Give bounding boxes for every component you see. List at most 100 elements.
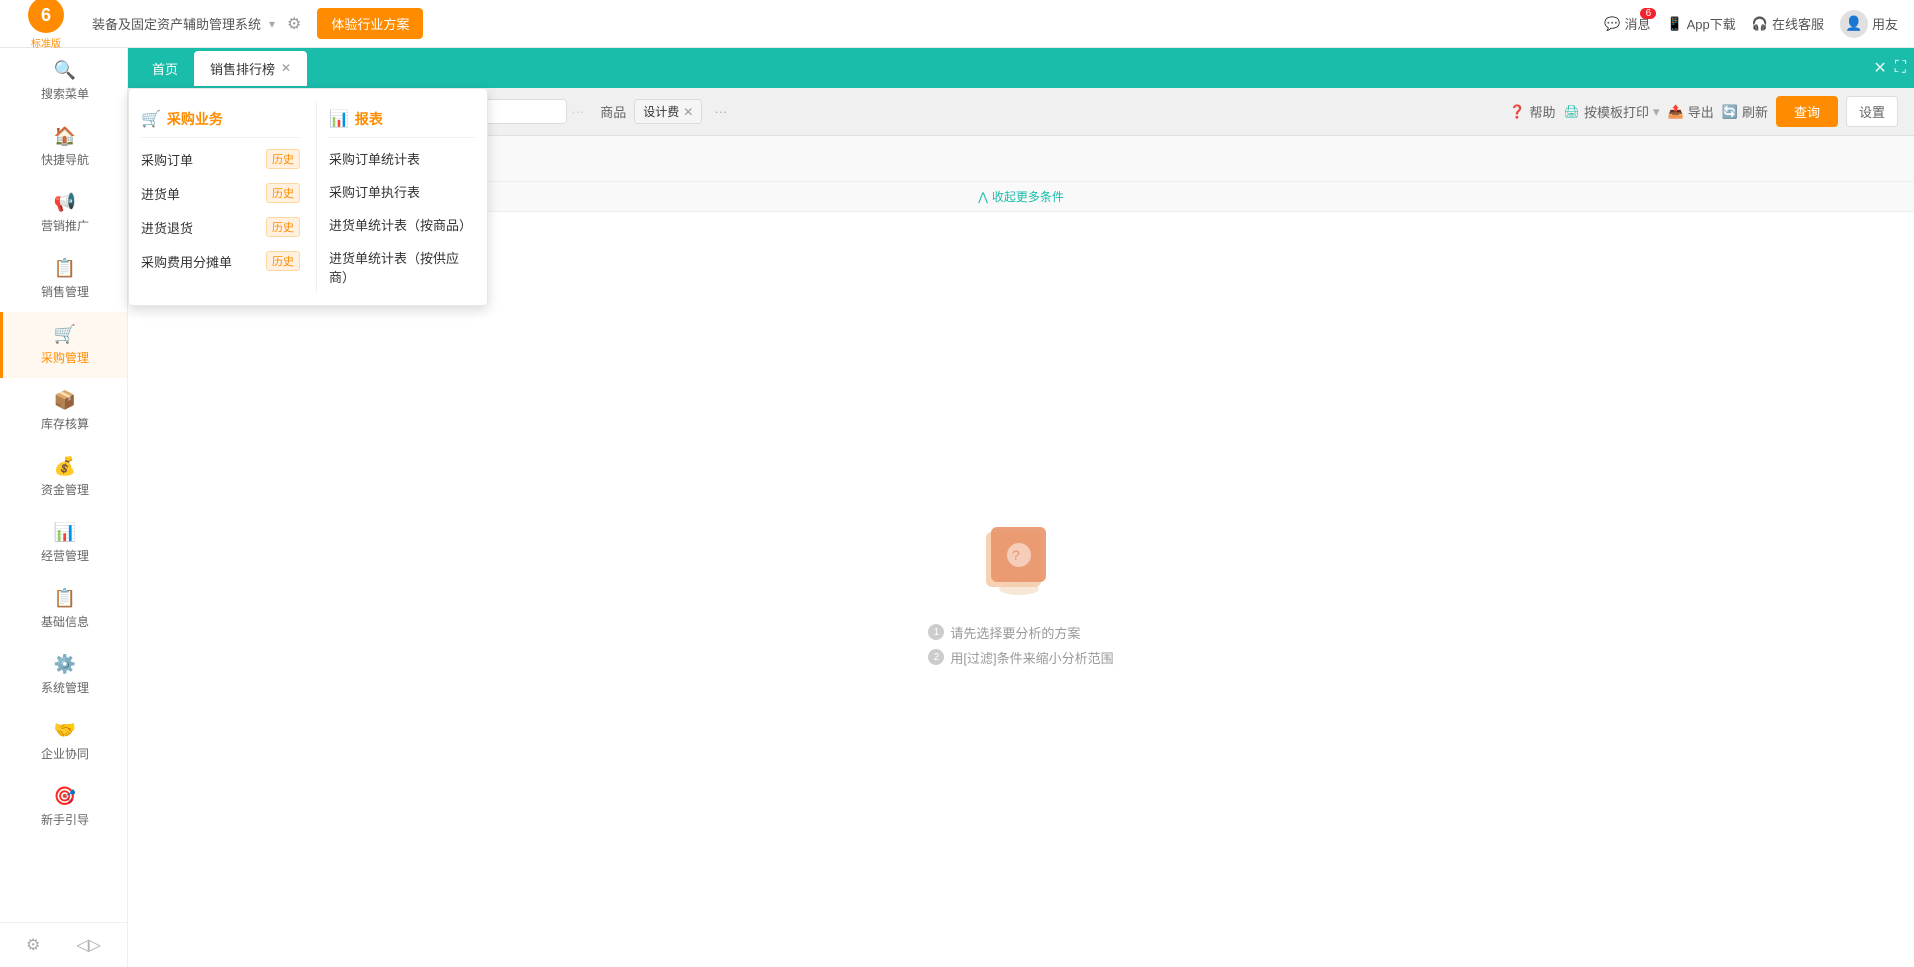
goods-tag: 设计费 ✕ bbox=[634, 99, 702, 124]
phone-icon: 📱 bbox=[1666, 16, 1682, 32]
purchase-order-history[interactable]: 历史 bbox=[266, 149, 300, 169]
online-service-btn[interactable]: 🎧 在线客服 bbox=[1752, 14, 1824, 33]
collapse-label: 收起更多条件 bbox=[992, 188, 1064, 205]
inbound-label: 进货单 bbox=[141, 184, 180, 203]
tab-close-all-icon[interactable]: ✕ bbox=[1873, 58, 1886, 78]
goods-tag-text: 设计费 bbox=[643, 103, 679, 120]
report-section-icon: 📊 bbox=[329, 109, 349, 129]
tab-sales-ranking[interactable]: 销售排行榜 ✕ bbox=[194, 51, 307, 86]
dropdown-item-inbound-stats-goods[interactable]: 进货单统计表（按商品） bbox=[329, 208, 475, 241]
user-menu-btn[interactable]: 👤 用友 bbox=[1840, 10, 1898, 38]
title-dropdown-icon[interactable]: ▾ bbox=[269, 17, 275, 31]
sidebar-marketing-label: 营销推广 bbox=[41, 217, 89, 234]
money-icon: 💰 bbox=[54, 456, 76, 477]
sidebar-item-guide[interactable]: 🎯 新手引导 bbox=[0, 774, 127, 840]
hint-item-2: 2 用[过滤]条件来缩小分析范围 bbox=[928, 648, 1113, 667]
system-title: 装备及固定资产辅助管理系统 bbox=[92, 14, 261, 33]
help-icon: ❓ bbox=[1509, 104, 1525, 120]
refresh-btn[interactable]: 🔄 刷新 bbox=[1722, 102, 1768, 121]
purchase-section-label: 采购业务 bbox=[167, 109, 223, 129]
print-btn[interactable]: 🖨 按模板打印 ▾ bbox=[1564, 102, 1660, 121]
order-stats-label: 采购订单统计表 bbox=[329, 149, 420, 168]
sidebar-item-collab[interactable]: 🤝 企业协同 bbox=[0, 708, 127, 774]
purchase-section-title: 🛒 采购业务 bbox=[141, 101, 300, 138]
online-service-label: 在线客服 bbox=[1772, 14, 1824, 33]
logo-circle: 6 bbox=[28, 0, 64, 33]
expense-history[interactable]: 历史 bbox=[266, 251, 300, 271]
sidebar-bottom: ⚙ ◁▷ bbox=[0, 922, 127, 967]
expense-label: 采购费用分摊单 bbox=[141, 252, 232, 271]
inbound-history[interactable]: 历史 bbox=[266, 183, 300, 203]
megaphone-icon: 📢 bbox=[54, 192, 76, 213]
goods-tag-close[interactable]: ✕ bbox=[683, 105, 693, 119]
export-icon: 📤 bbox=[1668, 104, 1684, 120]
sidebar-sales-label: 销售管理 bbox=[41, 283, 89, 300]
tab-expand-icon[interactable]: ⛶ bbox=[1895, 59, 1906, 77]
settings-icon[interactable]: ⚙ bbox=[287, 14, 301, 34]
sidebar-item-marketing[interactable]: 📢 营销推广 bbox=[0, 180, 127, 246]
handshake-icon: 🤝 bbox=[54, 720, 76, 741]
sidebar-basics-label: 基础信息 bbox=[41, 613, 89, 630]
refresh-icon: 🔄 bbox=[1722, 104, 1738, 120]
goods-dots[interactable]: ··· bbox=[714, 104, 727, 119]
sidebar-collapse-btn[interactable]: ◁▷ bbox=[76, 935, 101, 955]
app-download-label: App下载 bbox=[1687, 14, 1736, 33]
sidebar-item-system[interactable]: ⚙️ 系统管理 bbox=[0, 642, 127, 708]
dropdown-item-inbound-stats-supplier[interactable]: 进货单统计表（按供应商） bbox=[329, 241, 475, 293]
sidebar-item-purchase[interactable]: 🛒 采购管理 bbox=[0, 312, 127, 378]
sidebar-item-search[interactable]: 🔍 搜索菜单 bbox=[0, 48, 127, 114]
status-dots: ··· bbox=[571, 104, 584, 119]
dropdown-grid: 🛒 采购业务 采购订单 历史 进货单 历史 进货退货 历史 采购费用分摊单 历史 bbox=[129, 101, 487, 293]
sidebar-search-label: 搜索菜单 bbox=[41, 85, 89, 102]
goods-filter-group: 商品 设计费 ✕ ··· bbox=[600, 99, 727, 124]
inbound-stats-goods-label: 进货单统计表（按商品） bbox=[329, 215, 472, 234]
empty-illustration: ? bbox=[971, 507, 1071, 607]
sidebar-purchase-label: 采购管理 bbox=[41, 349, 89, 366]
top-right-actions: 💬 消息 6 📱 App下载 🎧 在线客服 👤 用友 bbox=[1604, 10, 1898, 38]
purchase-section-icon: 🛒 bbox=[141, 109, 161, 129]
svg-text:?: ? bbox=[1012, 547, 1020, 563]
dropdown-item-expense[interactable]: 采购费用分摊单 历史 bbox=[141, 244, 300, 278]
dropdown-item-order-stats[interactable]: 采购订单统计表 bbox=[329, 142, 475, 175]
sidebar-operations-label: 经营管理 bbox=[41, 547, 89, 564]
empty-hint-list: 1 请先选择要分析的方案 2 用[过滤]条件来缩小分析范围 bbox=[928, 623, 1113, 673]
messages-btn[interactable]: 💬 消息 6 bbox=[1604, 14, 1650, 33]
home-icon: 🏠 bbox=[54, 126, 76, 147]
sidebar-system-label: 系统管理 bbox=[41, 679, 89, 696]
purchase-dropdown-menu: 🛒 采购业务 采购订单 历史 进货单 历史 进货退货 历史 采购费用分摊单 历史 bbox=[128, 88, 488, 306]
sidebar-item-finance[interactable]: 💰 资金管理 bbox=[0, 444, 127, 510]
dropdown-item-order-exec[interactable]: 采购订单执行表 bbox=[329, 175, 475, 208]
sidebar-item-sales[interactable]: 📋 销售管理 bbox=[0, 246, 127, 312]
sidebar-inventory-label: 库存核算 bbox=[41, 415, 89, 432]
sidebar-item-basics[interactable]: 📋 基础信息 bbox=[0, 576, 127, 642]
sidebar-item-operations[interactable]: 📊 经营管理 bbox=[0, 510, 127, 576]
industry-button[interactable]: 体验行业方案 bbox=[317, 8, 423, 39]
dropdown-item-inbound[interactable]: 进货单 历史 bbox=[141, 176, 300, 210]
search-icon: 🔍 bbox=[54, 60, 76, 81]
report-section-label: 报表 bbox=[355, 109, 383, 129]
inbound-stats-supplier-label: 进货单统计表（按供应商） bbox=[329, 248, 475, 286]
dropdown-item-purchase-order[interactable]: 采购订单 历史 bbox=[141, 142, 300, 176]
refresh-label: 刷新 bbox=[1742, 102, 1768, 121]
help-btn[interactable]: ❓ 帮助 bbox=[1509, 102, 1555, 121]
dropdown-item-return[interactable]: 进货退货 历史 bbox=[141, 210, 300, 244]
sidebar-item-inventory[interactable]: 📦 库存核算 bbox=[0, 378, 127, 444]
hint-text-2: 用[过滤]条件来缩小分析范围 bbox=[950, 648, 1113, 667]
logo-char: 6 bbox=[41, 5, 51, 26]
app-download-btn[interactable]: 📱 App下载 bbox=[1666, 14, 1735, 33]
return-history[interactable]: 历史 bbox=[266, 217, 300, 237]
avatar: 👤 bbox=[1840, 10, 1868, 38]
messages-badge: 6 bbox=[1640, 8, 1656, 19]
hint-text-1: 请先选择要分析的方案 bbox=[950, 623, 1080, 642]
user-label: 用友 bbox=[1872, 14, 1898, 33]
logo-area[interactable]: 6 标准版 bbox=[16, 0, 76, 50]
sidebar-collab-label: 企业协同 bbox=[41, 745, 89, 762]
sidebar-item-nav[interactable]: 🏠 快捷导航 bbox=[0, 114, 127, 180]
tab-home[interactable]: 首页 bbox=[136, 51, 194, 86]
export-btn[interactable]: 📤 导出 bbox=[1668, 102, 1714, 121]
settings-button[interactable]: 设置 bbox=[1846, 96, 1898, 127]
sidebar-settings-btn[interactable]: ⚙ bbox=[26, 935, 40, 955]
print-dropdown-icon[interactable]: ▾ bbox=[1653, 104, 1660, 120]
tab-close-icon[interactable]: ✕ bbox=[281, 61, 291, 75]
query-button[interactable]: 查询 bbox=[1776, 96, 1838, 127]
